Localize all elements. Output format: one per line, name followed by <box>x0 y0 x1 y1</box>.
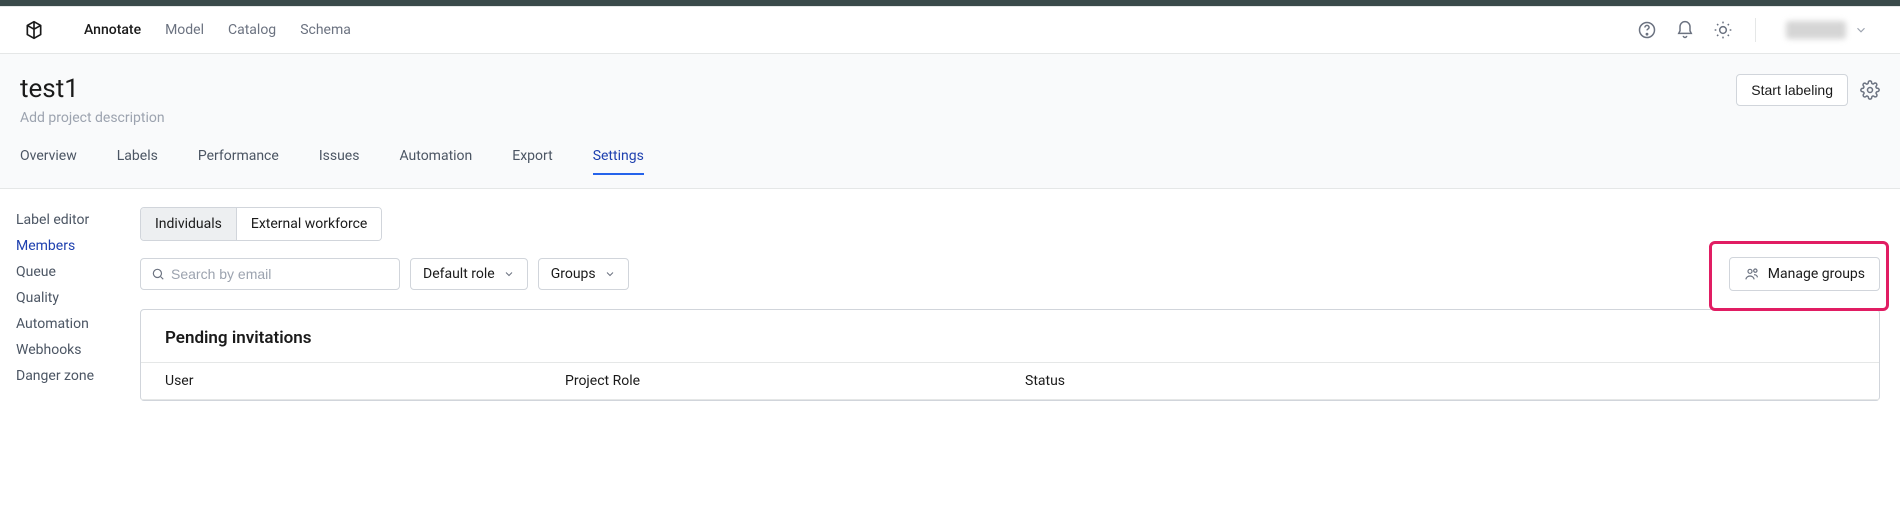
column-project-role: Project Role <box>565 373 1025 389</box>
subtab-individuals[interactable]: Individuals <box>141 208 236 240</box>
content: Label editor Members Queue Quality Autom… <box>0 189 1900 419</box>
search-box[interactable] <box>140 258 400 290</box>
tab-overview[interactable]: Overview <box>20 148 77 174</box>
sidebar-members[interactable]: Members <box>16 233 124 259</box>
sidebar-danger-zone[interactable]: Danger zone <box>16 363 124 389</box>
member-subtabs: Individuals External workforce <box>140 207 382 241</box>
sidebar-webhooks[interactable]: Webhooks <box>16 337 124 363</box>
project-description[interactable]: Add project description <box>20 110 165 126</box>
divider <box>1755 18 1756 42</box>
nav-catalog[interactable]: Catalog <box>228 22 276 38</box>
manage-groups-button[interactable]: Manage groups <box>1729 257 1880 291</box>
bell-icon[interactable] <box>1675 20 1695 40</box>
chevron-down-icon <box>1854 23 1868 37</box>
pending-invitations-title: Pending invitations <box>141 310 1879 362</box>
groups-label: Groups <box>551 266 596 282</box>
help-icon[interactable] <box>1637 20 1657 40</box>
filter-row: Default role Groups Manage groups <box>140 257 1880 291</box>
main-content: Individuals External workforce Default r… <box>140 189 1900 419</box>
sidebar-automation[interactable]: Automation <box>16 311 124 337</box>
sun-icon[interactable] <box>1713 20 1733 40</box>
project-title-row: test1 Add project description Start labe… <box>20 74 1880 126</box>
pending-invitations-card: Pending invitations User Project Role St… <box>140 309 1880 401</box>
gear-icon[interactable] <box>1860 80 1880 100</box>
start-labeling-button[interactable]: Start labeling <box>1736 74 1848 106</box>
tab-export[interactable]: Export <box>512 148 552 174</box>
user-name-blurred <box>1786 21 1846 39</box>
sidebar-label-editor[interactable]: Label editor <box>16 207 124 233</box>
cube-icon[interactable] <box>24 20 44 40</box>
header-actions <box>1637 17 1876 43</box>
table-header: User Project Role Status <box>141 362 1879 400</box>
sidebar-queue[interactable]: Queue <box>16 259 124 285</box>
nav-annotate[interactable]: Annotate <box>84 22 141 38</box>
nav-model[interactable]: Model <box>165 22 204 38</box>
subtab-external-workforce[interactable]: External workforce <box>236 208 381 240</box>
user-menu[interactable] <box>1778 17 1876 43</box>
search-input[interactable] <box>171 266 389 282</box>
chevron-down-icon <box>604 268 616 280</box>
sidebar-quality[interactable]: Quality <box>16 285 124 311</box>
settings-sidebar: Label editor Members Queue Quality Autom… <box>0 189 140 419</box>
nav-schema[interactable]: Schema <box>300 22 351 38</box>
tab-automation[interactable]: Automation <box>399 148 472 174</box>
project-title: test1 <box>20 74 165 104</box>
project-actions: Start labeling <box>1736 74 1880 106</box>
search-icon <box>151 267 165 281</box>
tab-labels[interactable]: Labels <box>117 148 158 174</box>
project-tabs: Overview Labels Performance Issues Autom… <box>20 148 1880 174</box>
tab-issues[interactable]: Issues <box>319 148 360 174</box>
chevron-down-icon <box>503 268 515 280</box>
column-user: User <box>165 373 565 389</box>
project-header: test1 Add project description Start labe… <box>0 54 1900 189</box>
groups-dropdown[interactable]: Groups <box>538 258 629 290</box>
tab-performance[interactable]: Performance <box>198 148 279 174</box>
tab-settings[interactable]: Settings <box>593 148 644 174</box>
nav-primary: Annotate Model Catalog Schema <box>84 22 1637 38</box>
column-status: Status <box>1025 373 1855 389</box>
header: Annotate Model Catalog Schema <box>0 7 1900 54</box>
manage-groups-label: Manage groups <box>1768 266 1865 282</box>
group-icon <box>1744 266 1760 282</box>
default-role-dropdown[interactable]: Default role <box>410 258 528 290</box>
default-role-label: Default role <box>423 266 495 282</box>
